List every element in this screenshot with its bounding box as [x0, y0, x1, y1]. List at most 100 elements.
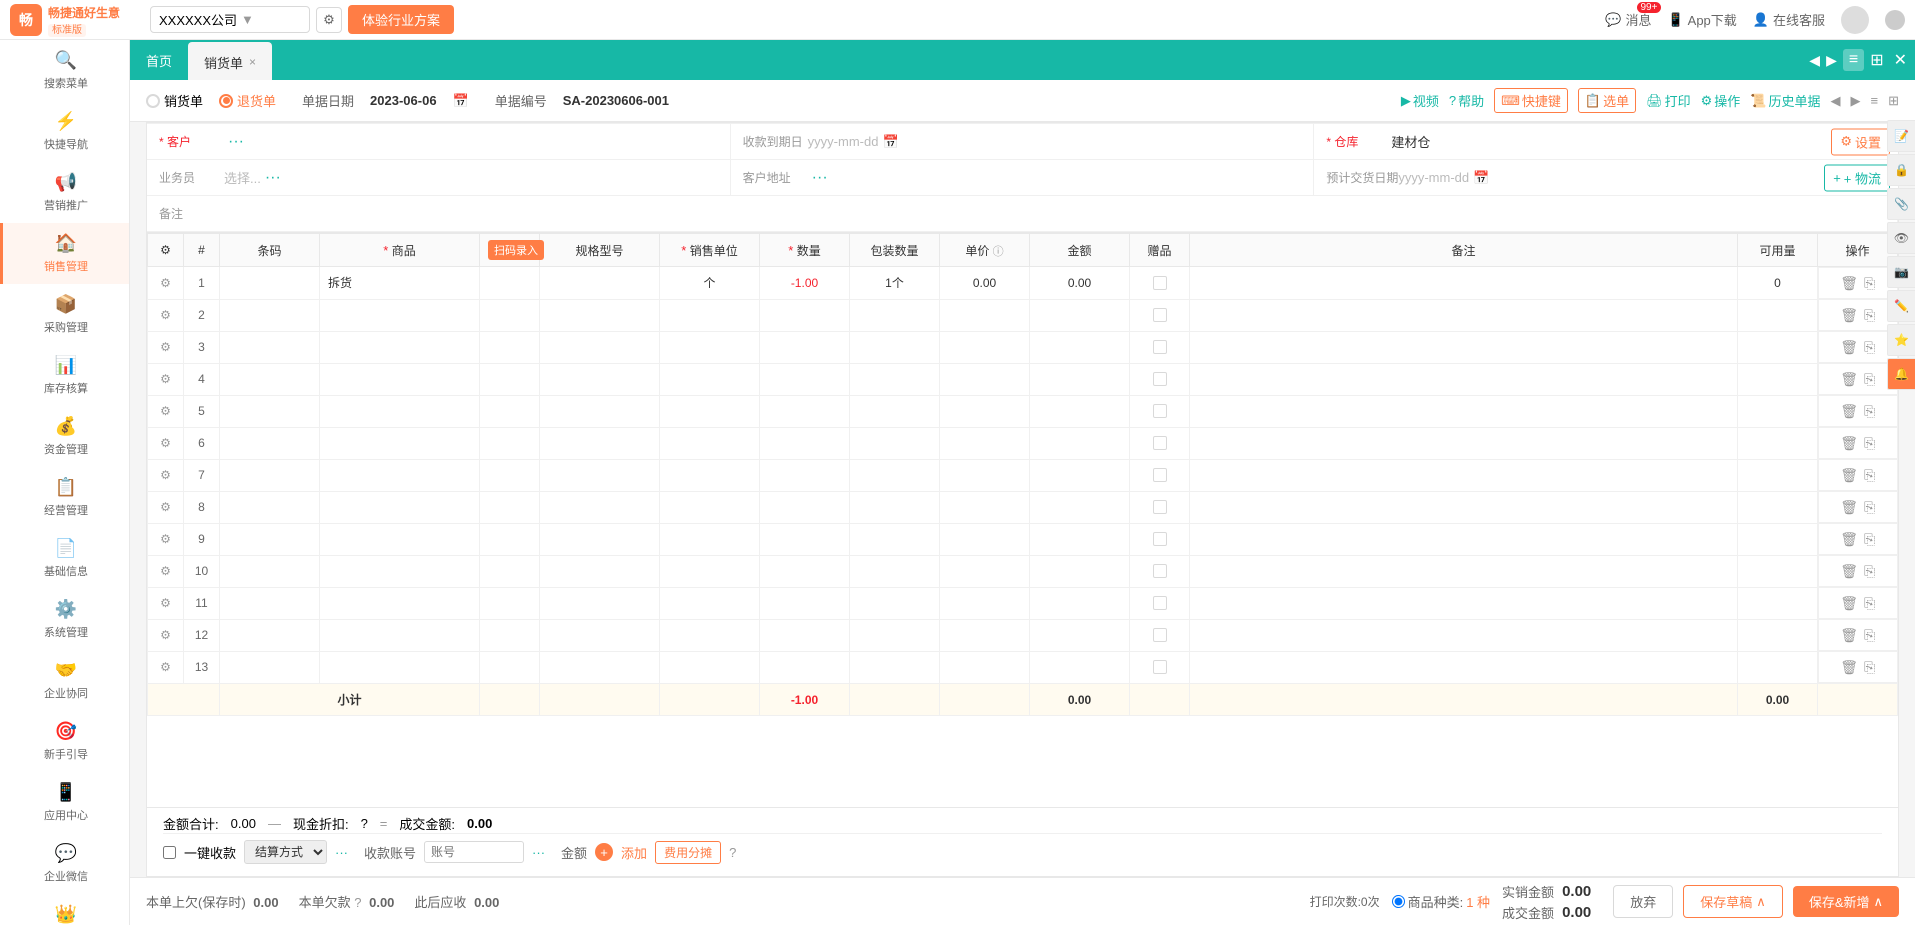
right-panel-btn-4[interactable]: 👁	[1887, 222, 1915, 254]
settle-method-dots[interactable]: ···	[335, 845, 348, 860]
cell-ops-5[interactable]: 🗑 ⎘	[1818, 427, 1898, 459]
abandon-button[interactable]: 放弃	[1613, 885, 1673, 918]
sidebar-item-member[interactable]: 👑 畅会员	[0, 894, 129, 925]
scan-input-button[interactable]: 扫码录入	[488, 240, 544, 260]
online-service-button[interactable]: 👤 在线客服	[1753, 10, 1825, 29]
cell-remark-7[interactable]	[1190, 491, 1738, 523]
cell-remark-8[interactable]	[1190, 523, 1738, 555]
cell-barcode-3[interactable]	[220, 363, 320, 395]
cell-qty-5[interactable]	[760, 427, 850, 459]
copy-icon[interactable]: ⎘	[1864, 307, 1875, 324]
cell-amount-0[interactable]: 0.00	[1030, 267, 1130, 300]
product-type-radio[interactable]	[1392, 895, 1405, 908]
cell-gift-1[interactable]	[1130, 299, 1190, 331]
copy-icon[interactable]: ⎘	[1864, 403, 1875, 420]
copy-icon[interactable]: ⎘	[1864, 467, 1875, 484]
operate-button[interactable]: ⚙ 操作	[1701, 91, 1741, 110]
cell-unit-3[interactable]	[660, 363, 760, 395]
copy-icon[interactable]: ⎘	[1864, 499, 1875, 516]
copy-icon[interactable]: ⎘	[1864, 435, 1875, 452]
cell-price-11[interactable]	[940, 619, 1030, 651]
paydate-input[interactable]: yyyy-mm-dd	[808, 134, 879, 149]
cell-product-10[interactable]	[320, 587, 480, 619]
cell-qty-3[interactable]	[760, 363, 850, 395]
cell-product-1[interactable]	[320, 299, 480, 331]
delete-icon[interactable]: 🗑	[1840, 659, 1858, 676]
cell-spec-2[interactable]	[540, 331, 660, 363]
cell-product-12[interactable]	[320, 651, 480, 684]
cell-settings-10[interactable]: ⚙	[148, 587, 184, 619]
cell-settings-6[interactable]: ⚙	[148, 459, 184, 491]
cell-gift-11[interactable]	[1130, 619, 1190, 651]
cell-spec-7[interactable]	[540, 491, 660, 523]
cell-qty-0[interactable]: -1.00	[760, 267, 850, 300]
cell-pkg-3[interactable]	[850, 363, 940, 395]
sidebar-item-appcenter[interactable]: 📱 应用中心	[0, 772, 129, 833]
cell-unit-12[interactable]	[660, 651, 760, 684]
cell-spec-8[interactable]	[540, 523, 660, 555]
cell-unit-7[interactable]	[660, 491, 760, 523]
history-button[interactable]: 📜 历史单据	[1750, 91, 1820, 110]
copy-icon[interactable]: ⎘	[1864, 275, 1875, 292]
delete-icon[interactable]: 🗑	[1840, 467, 1858, 484]
cell-settings-9[interactable]: ⚙	[148, 555, 184, 587]
history-prev-icon[interactable]: ◀	[1831, 93, 1841, 109]
save-draft-button[interactable]: 保存草稿 ∧	[1683, 885, 1783, 918]
cell-settings-5[interactable]: ⚙	[148, 427, 184, 459]
salesman-input[interactable]: 选择...	[224, 168, 261, 187]
cell-barcode-5[interactable]	[220, 427, 320, 459]
cell-price-8[interactable]	[940, 523, 1030, 555]
cell-pkg-4[interactable]	[850, 395, 940, 427]
cell-product-9[interactable]	[320, 555, 480, 587]
expense-split-button[interactable]: 费用分摊	[655, 841, 721, 864]
cell-ops-1[interactable]: 🗑 ⎘	[1818, 299, 1898, 331]
copy-icon[interactable]: ⎘	[1864, 339, 1875, 356]
cell-spec-3[interactable]	[540, 363, 660, 395]
cell-pkg-2[interactable]	[850, 331, 940, 363]
cell-ops-8[interactable]: 🗑 ⎘	[1818, 523, 1898, 555]
cell-amount-2[interactable]	[1030, 331, 1130, 363]
cell-pkg-9[interactable]	[850, 555, 940, 587]
paydate-calendar-icon[interactable]: 📅	[882, 134, 898, 150]
cell-qty-2[interactable]	[760, 331, 850, 363]
cell-price-3[interactable]	[940, 363, 1030, 395]
settings-icon[interactable]: ⚙	[316, 7, 342, 33]
tab-sales-order[interactable]: 销货单 ×	[188, 42, 272, 82]
cell-unit-2[interactable]	[660, 331, 760, 363]
copy-icon[interactable]: ⎘	[1864, 627, 1875, 644]
cell-qty-4[interactable]	[760, 395, 850, 427]
set-button[interactable]: ⚙ 设置	[1831, 128, 1890, 155]
cell-price-10[interactable]	[940, 587, 1030, 619]
cell-pkg-7[interactable]	[850, 491, 940, 523]
sidebar-item-sales[interactable]: 🏠 销售管理	[0, 223, 129, 284]
notes-input[interactable]	[224, 206, 1885, 221]
discount-help-icon[interactable]: ?	[361, 816, 368, 831]
cell-unit-10[interactable]	[660, 587, 760, 619]
cell-qty-6[interactable]	[760, 459, 850, 491]
delete-icon[interactable]: 🗑	[1840, 275, 1858, 292]
delivery-input[interactable]: yyyy-mm-dd	[1398, 170, 1469, 185]
cell-product-3[interactable]	[320, 363, 480, 395]
cell-unit-5[interactable]	[660, 427, 760, 459]
account-input[interactable]	[424, 841, 524, 863]
cell-qty-12[interactable]	[760, 651, 850, 684]
cell-gift-10[interactable]	[1130, 587, 1190, 619]
customer-dots-button[interactable]: ···	[228, 133, 244, 151]
cell-barcode-8[interactable]	[220, 523, 320, 555]
delete-icon[interactable]: 🗑	[1840, 403, 1858, 420]
cell-product-7[interactable]	[320, 491, 480, 523]
cell-pkg-6[interactable]	[850, 459, 940, 491]
cell-remark-6[interactable]	[1190, 459, 1738, 491]
cell-gift-9[interactable]	[1130, 555, 1190, 587]
cell-product-0[interactable]: 拆货	[320, 267, 480, 300]
cell-gift-4[interactable]	[1130, 395, 1190, 427]
cell-settings-11[interactable]: ⚙	[148, 619, 184, 651]
delete-icon[interactable]: 🗑	[1840, 435, 1858, 452]
cell-price-2[interactable]	[940, 331, 1030, 363]
cell-amount-10[interactable]	[1030, 587, 1130, 619]
right-panel-btn-8[interactable]: 🔔	[1887, 358, 1915, 390]
sidebar-item-marketing[interactable]: 📢 营销推广	[0, 162, 129, 223]
cell-spec-6[interactable]	[540, 459, 660, 491]
cell-settings-7[interactable]: ⚙	[148, 491, 184, 523]
radio-sales-order[interactable]: 销货单	[146, 91, 203, 110]
